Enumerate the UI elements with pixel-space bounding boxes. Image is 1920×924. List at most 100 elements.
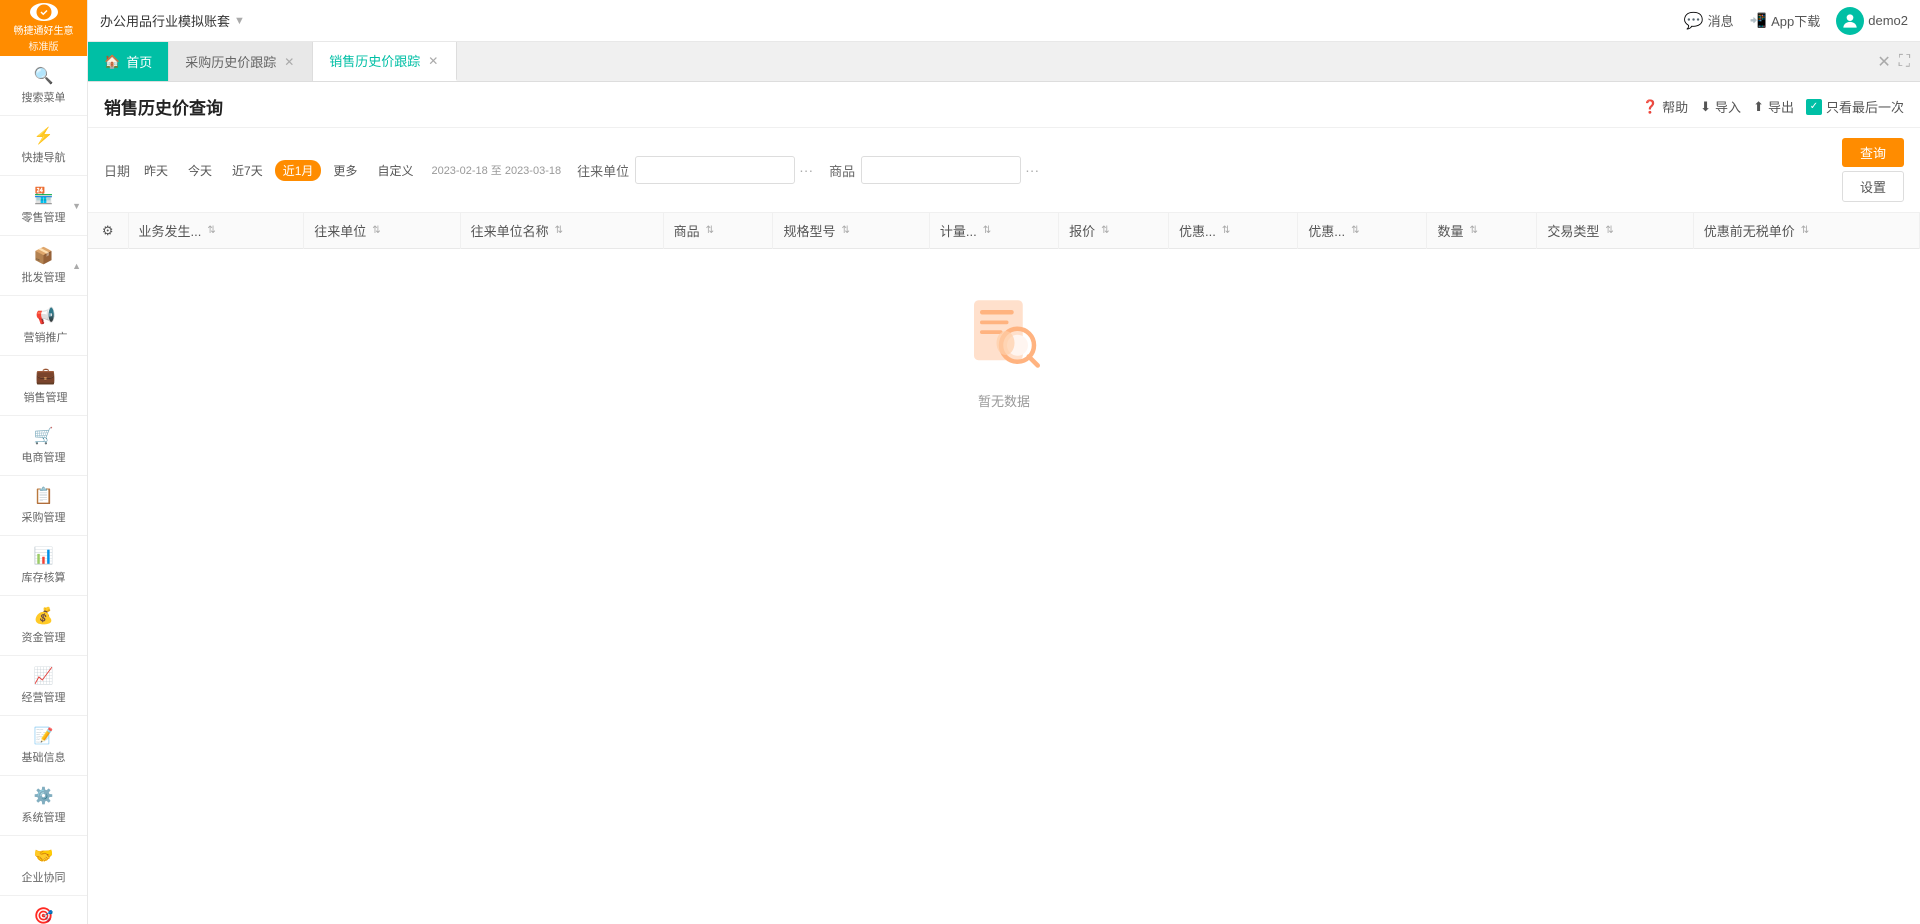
message-button[interactable]: 💬 消息	[1684, 11, 1734, 31]
help-button[interactable]: ❓ 帮助	[1642, 97, 1688, 116]
sort-icon: ⇅	[1801, 225, 1809, 236]
th-goods[interactable]: 商品 ⇅	[663, 213, 773, 249]
sidebar-item-quick-nav[interactable]: ⚡ 快捷导航	[0, 116, 87, 176]
sidebar-item-finance[interactable]: 💰 资金管理	[0, 596, 87, 656]
goods-dots-button[interactable]: ···	[1025, 162, 1039, 178]
close-all-tabs-button[interactable]: ✕	[1877, 52, 1890, 72]
tab-purchase-history[interactable]: 采购历史价跟踪 ✕	[169, 42, 313, 81]
th-goods-label: 商品	[674, 221, 700, 240]
th-quantity[interactable]: 数量 ⇅	[1427, 213, 1537, 249]
tabbar: 🏠 首页 采购历史价跟踪 ✕ 销售历史价跟踪 ✕ ✕ ⛶	[88, 42, 1920, 82]
account-name: 办公用品行业模拟账套	[100, 11, 230, 30]
sidebar-item-label: 销售管理	[24, 389, 68, 405]
account-dropdown[interactable]: 办公用品行业模拟账套 ▼	[100, 11, 245, 30]
logo-icon	[30, 3, 58, 21]
th-pretax-price[interactable]: 优惠前无税单价 ⇅	[1693, 213, 1919, 249]
th-quote[interactable]: 报价 ⇅	[1059, 213, 1169, 249]
th-unit-label: 计量...	[940, 221, 977, 240]
date-btn-1month[interactable]: 近1月	[275, 160, 322, 181]
th-discount1-label: 优惠...	[1179, 221, 1216, 240]
sidebar-item-inventory[interactable]: 📊 库存核算	[0, 536, 87, 596]
th-discount1[interactable]: 优惠... ⇅	[1168, 213, 1297, 249]
sidebar-item-ecommerce[interactable]: 🛒 电商管理	[0, 416, 87, 476]
tab-home[interactable]: 🏠 首页	[88, 42, 169, 81]
sidebar-item-sales-mgmt[interactable]: 💼 销售管理	[0, 356, 87, 416]
th-spec[interactable]: 规格型号 ⇅	[773, 213, 929, 249]
import-label: 导入	[1715, 97, 1741, 116]
sort-icon: ⇅	[555, 225, 563, 236]
enterprise-coop-icon: 🤝	[34, 846, 54, 866]
sort-icon: ⇅	[983, 225, 991, 236]
th-counterparty-name[interactable]: 往来单位名称 ⇅	[460, 213, 663, 249]
close-tab-sales-history[interactable]: ✕	[426, 54, 440, 68]
sidebar-item-label: 经营管理	[22, 689, 66, 705]
date-btn-today[interactable]: 今天	[180, 160, 220, 181]
sidebar-item-system[interactable]: ⚙️ 系统管理	[0, 776, 87, 836]
date-range-text: 2023-02-18 至 2023-03-18	[431, 162, 561, 178]
sidebar-item-marketing[interactable]: 📢 营销推广	[0, 296, 87, 356]
import-button[interactable]: ⬇ 导入	[1700, 97, 1741, 116]
fullscreen-button[interactable]: ⛶	[1899, 53, 1910, 71]
sidebar-item-label: 企业协同	[22, 869, 66, 885]
query-button[interactable]: 查询	[1842, 138, 1904, 167]
sidebar-item-retail-mgmt[interactable]: 🏪 零售管理 ▼	[0, 176, 87, 236]
sidebar-item-label: 快捷导航	[22, 149, 66, 165]
goods-filter-label: 商品	[829, 161, 855, 180]
th-counterparty-code[interactable]: 往来单位 ⇅	[304, 213, 460, 249]
sidebar-item-label: 采购管理	[22, 509, 66, 525]
th-discount2[interactable]: 优惠... ⇅	[1298, 213, 1427, 249]
th-trade-type[interactable]: 交易类型 ⇅	[1537, 213, 1693, 249]
sort-icon: ⇅	[1351, 225, 1359, 236]
filter-actions: 查询 设置	[1842, 138, 1904, 202]
goods-input[interactable]	[861, 156, 1021, 184]
only-last-checkbox[interactable]: ✓ 只看最后一次	[1806, 97, 1904, 116]
date-btn-custom[interactable]: 自定义	[369, 160, 421, 181]
date-filter-group: 日期 昨天 今天 近7天 近1月 更多 自定义 2023-02-18 至 202…	[104, 160, 561, 181]
sort-icon: ⇅	[1469, 225, 1477, 236]
setting-button[interactable]: 设置	[1842, 171, 1904, 202]
basic-info-icon: 📝	[34, 726, 54, 746]
sidebar-item-newbie[interactable]: 🎯 新手引导	[0, 896, 87, 924]
tab-home-label: 首页	[126, 52, 152, 71]
th-discount2-label: 优惠...	[1308, 221, 1345, 240]
sidebar-item-purchase-mgmt[interactable]: 📋 采购管理	[0, 476, 87, 536]
filter-bar: 日期 昨天 今天 近7天 近1月 更多 自定义 2023-02-18 至 202…	[88, 128, 1920, 213]
help-label: 帮助	[1662, 97, 1688, 116]
search-menu-icon: 🔍	[34, 66, 54, 86]
inventory-icon: 📊	[34, 546, 54, 566]
newbie-icon: 🎯	[34, 906, 54, 924]
counterparty-filter-group: 往来单位 ···	[577, 156, 813, 184]
th-unit[interactable]: 计量... ⇅	[929, 213, 1058, 249]
sort-icon: ⇅	[1605, 225, 1613, 236]
help-icon: ❓	[1642, 99, 1658, 115]
close-tab-purchase-history[interactable]: ✕	[282, 55, 296, 69]
export-button[interactable]: ⬆ 导出	[1753, 97, 1794, 116]
sidebar-item-label: 库存核算	[22, 569, 66, 585]
sidebar-item-label: 零售管理	[22, 209, 66, 225]
th-biz-date[interactable]: 业务发生... ⇅	[128, 213, 304, 249]
content-area: 销售历史价查询 ❓ 帮助 ⬇ 导入 ⬆ 导出 ✓	[88, 82, 1920, 924]
user-menu[interactable]: demo2	[1836, 7, 1908, 35]
finance-icon: 💰	[34, 606, 54, 626]
sidebar-item-enterprise-coop[interactable]: 🤝 企业协同	[0, 836, 87, 896]
chevron-down-icon: ▼	[72, 201, 81, 211]
page-container: 销售历史价查询 ❓ 帮助 ⬇ 导入 ⬆ 导出 ✓	[88, 82, 1920, 924]
app-name: 畅捷通好生意	[14, 25, 74, 38]
counterparty-input-wrap: ···	[635, 156, 813, 184]
sidebar-item-business-mgmt[interactable]: 📈 经营管理	[0, 656, 87, 716]
counterparty-input[interactable]	[635, 156, 795, 184]
download-icon: 📲	[1750, 12, 1767, 29]
date-btn-more[interactable]: 更多	[325, 160, 365, 181]
sidebar-item-basic-info[interactable]: 📝 基础信息	[0, 716, 87, 776]
tab-sales-history[interactable]: 销售历史价跟踪 ✕	[313, 42, 457, 81]
app-download-button[interactable]: 📲 App下载	[1750, 11, 1821, 30]
sidebar-item-search-menu[interactable]: 🔍 搜索菜单	[0, 56, 87, 116]
th-gear[interactable]: ⚙	[88, 213, 128, 249]
counterparty-dots-button[interactable]: ···	[799, 162, 813, 178]
date-btn-7days[interactable]: 近7天	[224, 160, 271, 181]
sidebar-item-wholesale-mgmt[interactable]: 📦 批发管理 ▲	[0, 236, 87, 296]
topbar-left: 办公用品行业模拟账套 ▼	[100, 11, 245, 30]
username-label: demo2	[1868, 13, 1908, 28]
th-counterparty-name-label: 往来单位名称	[471, 221, 549, 240]
date-btn-yesterday[interactable]: 昨天	[136, 160, 176, 181]
